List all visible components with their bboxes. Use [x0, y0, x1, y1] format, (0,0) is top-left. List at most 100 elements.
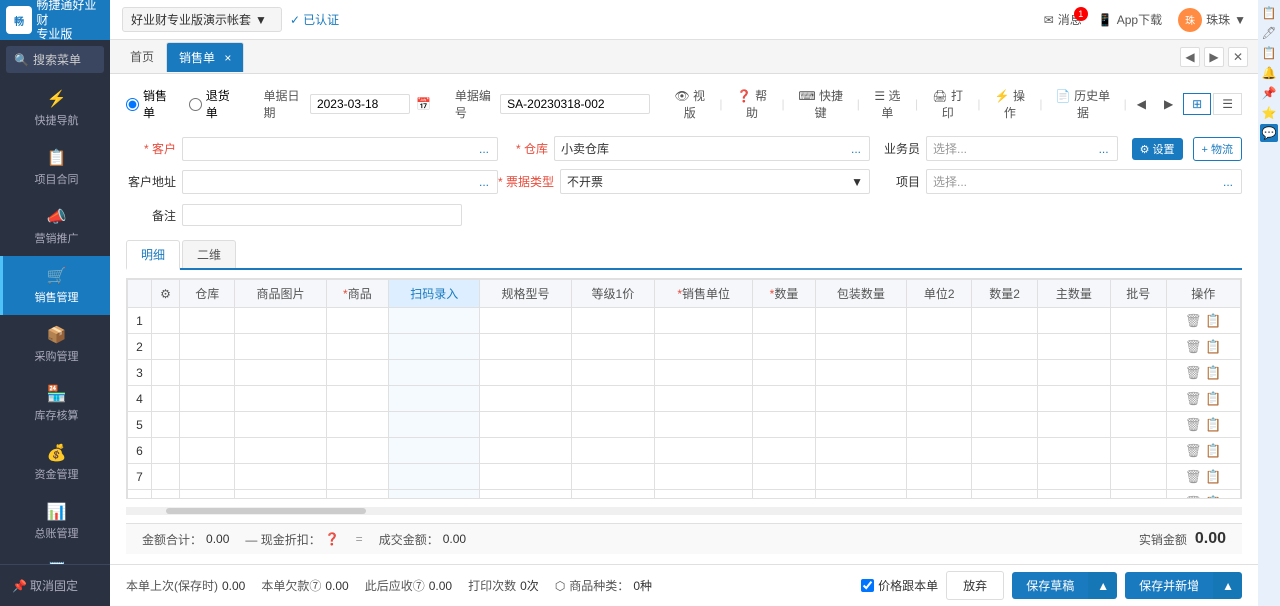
row-mainqty-1[interactable] [1037, 308, 1110, 334]
tab-sales-order[interactable]: 销售单 × [166, 42, 244, 72]
address-select-button[interactable]: ... [477, 175, 491, 189]
row-delete-7[interactable]: 🗑 [1185, 469, 1202, 485]
row-delete-6[interactable]: 🗑 [1185, 443, 1202, 459]
settings-btn[interactable]: ⚙ 设置 [1132, 138, 1183, 160]
row-price1-4[interactable] [571, 386, 654, 412]
help-button[interactable]: ❓ 帮助 [724, 84, 779, 124]
row-spec-7[interactable] [480, 464, 571, 490]
row-quantity2-8[interactable] [972, 490, 1037, 500]
row-copy-3[interactable]: 📋 [1205, 365, 1221, 381]
prev-tab-button[interactable]: ◀ [1180, 47, 1200, 67]
row-barcode-3[interactable] [389, 360, 480, 386]
row-unit2-6[interactable] [907, 438, 972, 464]
row-warehouse-3[interactable] [180, 360, 235, 386]
row-product-8[interactable] [326, 490, 388, 500]
right-panel-icon-3[interactable]: 📋 [1260, 44, 1278, 62]
save-new-button[interactable]: 保存并新增 [1125, 572, 1213, 599]
row-warehouse-4[interactable] [180, 386, 235, 412]
row-barcode-7[interactable] [389, 464, 480, 490]
row-mainqty-4[interactable] [1037, 386, 1110, 412]
history-button[interactable]: 📄 历史单据 [1045, 84, 1122, 124]
row-quantity2-4[interactable] [972, 386, 1037, 412]
row-price1-7[interactable] [571, 464, 654, 490]
row-unit-4[interactable] [655, 386, 753, 412]
row-mainqty-3[interactable] [1037, 360, 1110, 386]
row-price1-6[interactable] [571, 438, 654, 464]
right-panel-icon-1[interactable]: 📋 [1260, 4, 1278, 22]
row-mainqty-5[interactable] [1037, 412, 1110, 438]
row-quantity-7[interactable] [753, 464, 815, 490]
right-panel-icon-7[interactable]: 💬 [1260, 124, 1278, 142]
row-price1-2[interactable] [571, 334, 654, 360]
document-number-input[interactable] [500, 94, 650, 114]
row-copy-7[interactable]: 📋 [1205, 469, 1221, 485]
tab-2d[interactable]: 二维 [182, 240, 236, 268]
save-new-dropdown-button[interactable]: ▲ [1213, 572, 1242, 599]
row-spec-3[interactable] [480, 360, 571, 386]
right-panel-icon-2[interactable]: 🖊 [1260, 24, 1278, 42]
right-panel-icon-5[interactable]: 📌 [1260, 84, 1278, 102]
row-quantity-3[interactable] [753, 360, 815, 386]
row-price1-1[interactable] [571, 308, 654, 334]
save-draft-dropdown-button[interactable]: ▲ [1088, 572, 1117, 599]
customer-select-button[interactable]: ... [477, 142, 491, 156]
return-order-radio-input[interactable] [189, 98, 202, 111]
price-checkbox[interactable] [861, 579, 874, 592]
row-price1-8[interactable] [571, 490, 654, 500]
row-pack-7[interactable] [815, 464, 906, 490]
row-spec-6[interactable] [480, 438, 571, 464]
sidebar-item-inventory[interactable]: 🏪库存核算 [0, 374, 110, 433]
sidebar-item-purchase[interactable]: 📦采购管理 [0, 315, 110, 374]
row-unit-2[interactable] [655, 334, 753, 360]
row-copy-2[interactable]: 📋 [1205, 339, 1221, 355]
row-quantity-8[interactable] [753, 490, 815, 500]
sidebar-item-quicknav[interactable]: ⚡ 快捷导航 [0, 79, 110, 138]
row-pack-1[interactable] [815, 308, 906, 334]
row-unit2-3[interactable] [907, 360, 972, 386]
row-quantity2-6[interactable] [972, 438, 1037, 464]
row-batch-2[interactable] [1111, 334, 1166, 360]
row-price1-3[interactable] [571, 360, 654, 386]
row-warehouse-6[interactable] [180, 438, 235, 464]
row-batch-4[interactable] [1111, 386, 1166, 412]
project-input[interactable]: 选择... ... [926, 169, 1242, 194]
row-warehouse-2[interactable] [180, 334, 235, 360]
abandon-button[interactable]: 放弃 [946, 571, 1004, 600]
row-warehouse-8[interactable] [180, 490, 235, 500]
note-input[interactable] [182, 204, 462, 226]
right-panel-icon-4[interactable]: 🔔 [1260, 64, 1278, 82]
row-delete-1[interactable]: 🗑 [1185, 313, 1202, 329]
row-pack-6[interactable] [815, 438, 906, 464]
row-product-1[interactable] [326, 308, 388, 334]
row-mainqty-2[interactable] [1037, 334, 1110, 360]
row-warehouse-5[interactable] [180, 412, 235, 438]
row-delete-2[interactable]: 🗑 [1185, 339, 1202, 355]
sidebar-item-project[interactable]: 📋项目合同 [0, 138, 110, 197]
row-quantity-6[interactable] [753, 438, 815, 464]
sales-order-radio[interactable]: 销售单 [126, 87, 177, 121]
warehouse-input[interactable]: 小卖仓库 ... [554, 136, 870, 161]
list-view-button[interactable]: ☰ [1213, 93, 1242, 115]
next-record-button[interactable]: ▶ [1156, 94, 1181, 114]
warehouse-select-button[interactable]: ... [849, 142, 863, 156]
row-product-4[interactable] [326, 386, 388, 412]
sidebar-item-account[interactable]: 📊总账管理 [0, 492, 110, 551]
row-product-6[interactable] [326, 438, 388, 464]
row-delete-5[interactable]: 🗑 [1185, 417, 1202, 433]
row-batch-7[interactable] [1111, 464, 1166, 490]
sidebar-item-sales[interactable]: 🛒销售管理 [0, 256, 110, 315]
row-delete-4[interactable]: 🗑 [1185, 391, 1202, 407]
row-batch-5[interactable] [1111, 412, 1166, 438]
row-pack-8[interactable] [815, 490, 906, 500]
row-unit-7[interactable] [655, 464, 753, 490]
row-copy-4[interactable]: 📋 [1205, 391, 1221, 407]
row-delete-8[interactable]: 🗑 [1185, 495, 1202, 500]
row-unit-6[interactable] [655, 438, 753, 464]
address-input[interactable]: ... [182, 170, 498, 194]
row-copy-8[interactable]: 📋 [1205, 495, 1221, 500]
user-menu[interactable]: 珠 珠珠 ▼ [1178, 8, 1246, 32]
col-barcode-header[interactable]: 扫码录入 [389, 280, 480, 308]
sidebar-item-invoice[interactable]: 🧾发票管理 [0, 551, 110, 564]
row-quantity-1[interactable] [753, 308, 815, 334]
row-warehouse-7[interactable] [180, 464, 235, 490]
